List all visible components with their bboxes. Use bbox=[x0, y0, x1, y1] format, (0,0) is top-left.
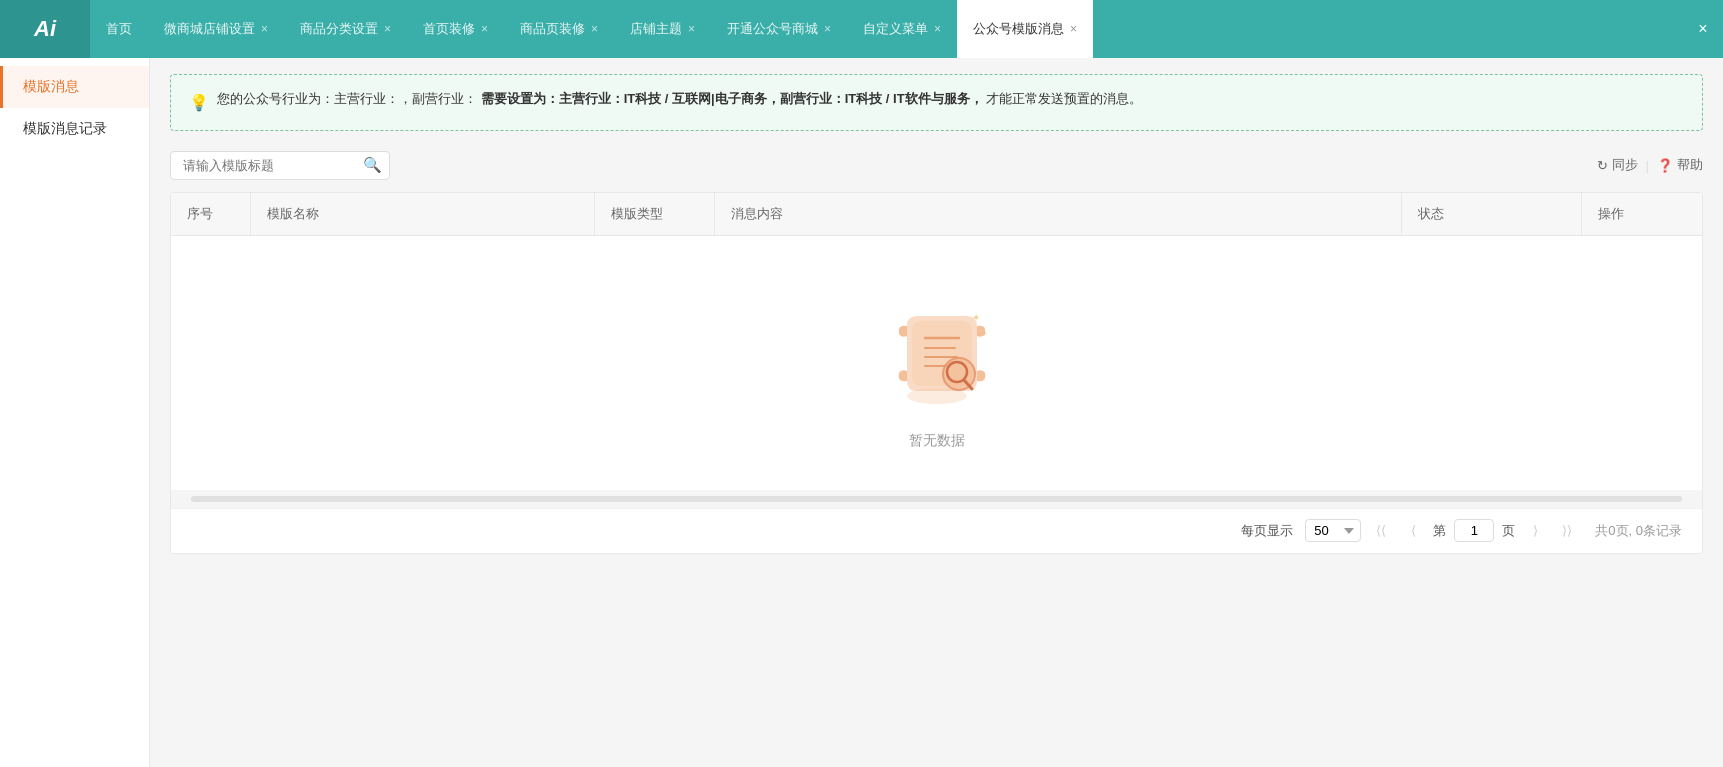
nav-tab-label-0: 首页 bbox=[106, 20, 132, 38]
search-input-wrap: 🔍 bbox=[170, 151, 390, 180]
nav-tab-close-3[interactable]: × bbox=[481, 22, 488, 36]
per-page-label: 每页显示 bbox=[1241, 522, 1293, 540]
nav-tab-1[interactable]: 微商城店铺设置 × bbox=[148, 0, 284, 58]
nav-tab-6[interactable]: 开通公众号商城 × bbox=[711, 0, 847, 58]
notice-box: 💡 您的公众号行业为：主营行业：，副营行业： 需要设置为：主营行业：IT科技 /… bbox=[170, 74, 1703, 131]
nav-tab-close-4[interactable]: × bbox=[591, 22, 598, 36]
nav-tab-label-5: 店铺主题 bbox=[630, 20, 682, 38]
sync-icon: ↻ bbox=[1597, 158, 1608, 173]
notice-text-before: 您的公众号行业为：主营行业：，副营行业： bbox=[217, 91, 477, 106]
nav-tab-0[interactable]: 首页 bbox=[90, 0, 148, 58]
data-table: 序号模版名称模版类型消息内容状态操作 bbox=[170, 192, 1703, 554]
page-last-btn[interactable]: ⟩⟩ bbox=[1555, 519, 1579, 543]
main-layout: 模版消息模版消息记录 💡 您的公众号行业为：主营行业：，副营行业： 需要设置为：… bbox=[0, 58, 1723, 767]
nav-tab-close-1[interactable]: × bbox=[261, 22, 268, 36]
search-icon[interactable]: 🔍 bbox=[363, 156, 382, 174]
scroll-bar[interactable] bbox=[191, 496, 1682, 502]
nav-tab-label-7: 自定义菜单 bbox=[863, 20, 928, 38]
page-suffix: 页 bbox=[1502, 522, 1515, 540]
per-page-select[interactable]: 102050100 bbox=[1305, 519, 1361, 542]
help-button[interactable]: ❓ 帮助 bbox=[1657, 156, 1703, 174]
page-label: 第 bbox=[1433, 522, 1446, 540]
nav-tab-8[interactable]: 公众号模版消息 × bbox=[957, 0, 1093, 58]
nav-tab-close-2[interactable]: × bbox=[384, 22, 391, 36]
notice-icon: 💡 bbox=[189, 90, 209, 116]
search-bar: 🔍 ↻ 同步 | ❓ 帮助 bbox=[170, 151, 1703, 180]
empty-illustration: ✦ ✦ bbox=[877, 296, 997, 416]
top-nav: Ai 首页微商城店铺设置×商品分类设置×首页装修×商品页装修×店铺主题×开通公众… bbox=[0, 0, 1723, 58]
page-prev-btn[interactable]: ⟨ bbox=[1401, 519, 1425, 543]
nav-tab-2[interactable]: 商品分类设置 × bbox=[284, 0, 407, 58]
total-info: 共0页, 0条记录 bbox=[1595, 522, 1682, 540]
nav-tab-label-2: 商品分类设置 bbox=[300, 20, 378, 38]
sidebar-item-1[interactable]: 模版消息记录 bbox=[0, 108, 149, 150]
nav-tab-close-7[interactable]: × bbox=[934, 22, 941, 36]
sidebar: 模版消息模版消息记录 bbox=[0, 58, 150, 767]
scroll-track bbox=[171, 490, 1702, 508]
table-header-1: 模版名称 bbox=[251, 193, 595, 235]
pagination: 每页显示 102050100 ⟨⟨ ⟨ 第 页 ⟩ ⟩⟩ 共0页, 0条记录 bbox=[171, 508, 1702, 553]
nav-tab-3[interactable]: 首页装修 × bbox=[407, 0, 504, 58]
nav-tab-close-8[interactable]: × bbox=[1070, 22, 1077, 36]
svg-text:✦: ✦ bbox=[982, 330, 988, 337]
table-header: 序号模版名称模版类型消息内容状态操作 bbox=[171, 193, 1702, 236]
notice-highlight: 需要设置为：主营行业：IT科技 / 互联网|电子商务，副营行业：IT科技 / I… bbox=[481, 91, 983, 106]
page-first-btn[interactable]: ⟨⟨ bbox=[1369, 519, 1393, 543]
divider: | bbox=[1646, 158, 1649, 173]
empty-state: ✦ ✦ 暂无数据 bbox=[171, 236, 1702, 490]
nav-tab-label-3: 首页装修 bbox=[423, 20, 475, 38]
sync-button[interactable]: ↻ 同步 bbox=[1597, 156, 1638, 174]
nav-tab-label-8: 公众号模版消息 bbox=[973, 20, 1064, 38]
nav-tab-label-4: 商品页装修 bbox=[520, 20, 585, 38]
page-next-btn[interactable]: ⟩ bbox=[1523, 519, 1547, 543]
help-label: 帮助 bbox=[1677, 156, 1703, 174]
notice-text-after: 才能正常发送预置的消息。 bbox=[986, 91, 1142, 106]
nav-tabs-wrapper: 首页微商城店铺设置×商品分类设置×首页装修×商品页装修×店铺主题×开通公众号商城… bbox=[90, 0, 1683, 58]
close-all-button[interactable]: × bbox=[1683, 0, 1723, 58]
sidebar-item-0[interactable]: 模版消息 bbox=[0, 66, 149, 108]
nav-tab-label-1: 微商城店铺设置 bbox=[164, 20, 255, 38]
nav-tab-close-5[interactable]: × bbox=[688, 22, 695, 36]
nav-tab-7[interactable]: 自定义菜单 × bbox=[847, 0, 957, 58]
sync-label: 同步 bbox=[1612, 156, 1638, 174]
svg-text:✦: ✦ bbox=[972, 312, 980, 323]
nav-tab-close-6[interactable]: × bbox=[824, 22, 831, 36]
search-left: 🔍 bbox=[170, 151, 390, 180]
table-header-4: 状态 bbox=[1402, 193, 1582, 235]
table-header-2: 模版类型 bbox=[595, 193, 715, 235]
table-header-0: 序号 bbox=[171, 193, 251, 235]
notice-text: 您的公众号行业为：主营行业：，副营行业： 需要设置为：主营行业：IT科技 / 互… bbox=[217, 89, 1142, 110]
logo: Ai bbox=[0, 0, 90, 58]
search-right: ↻ 同步 | ❓ 帮助 bbox=[1597, 156, 1703, 174]
help-icon: ❓ bbox=[1657, 158, 1673, 173]
empty-text: 暂无数据 bbox=[909, 432, 965, 450]
nav-tab-4[interactable]: 商品页装修 × bbox=[504, 0, 614, 58]
content-area: 💡 您的公众号行业为：主营行业：，副营行业： 需要设置为：主营行业：IT科技 /… bbox=[150, 58, 1723, 767]
nav-tab-label-6: 开通公众号商城 bbox=[727, 20, 818, 38]
table-header-5: 操作 bbox=[1582, 193, 1702, 235]
search-input[interactable] bbox=[170, 151, 390, 180]
nav-tab-5[interactable]: 店铺主题 × bbox=[614, 0, 711, 58]
table-header-3: 消息内容 bbox=[715, 193, 1402, 235]
page-input[interactable] bbox=[1454, 519, 1494, 542]
